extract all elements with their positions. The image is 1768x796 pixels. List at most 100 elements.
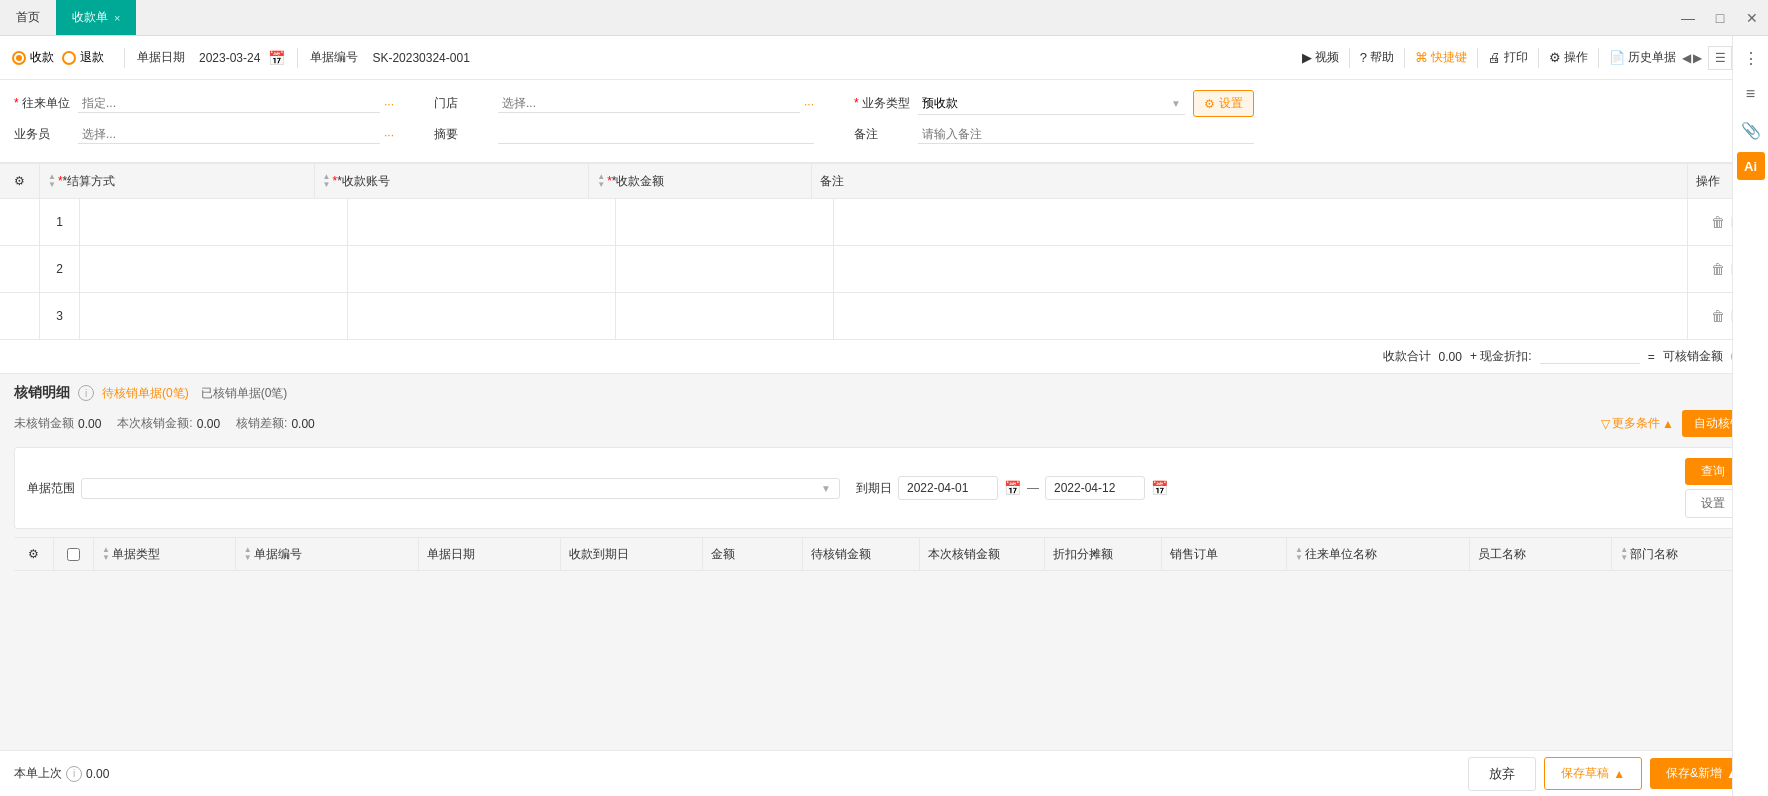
delete-icon-1[interactable]: 🗑	[1711, 214, 1725, 230]
summary-input[interactable]	[498, 125, 814, 144]
shop-dots[interactable]: ···	[804, 97, 814, 111]
footer-actions: 放弃 保存草稿 ▲ 保存&新增 ▲	[1468, 757, 1754, 791]
print-icon: 🖨	[1488, 50, 1501, 65]
ops-action[interactable]: ⚙ 操作	[1549, 49, 1588, 66]
delete-icon-3[interactable]: 🗑	[1711, 308, 1725, 324]
note-input[interactable]	[918, 125, 1254, 144]
radio-receipt-dot	[12, 51, 26, 65]
bottom-table-header: ⚙ ▲▼ 单据类型 ▲▼ 单据编号 单据日期 收款到期日 金额 待核销金额 本次…	[14, 537, 1754, 571]
nav-arrows: ◀ ▶	[1682, 51, 1702, 65]
td-settlement-1[interactable]	[80, 199, 348, 245]
th-settlement: ▲▼ **结算方式	[40, 164, 315, 198]
save-draft-button[interactable]: 保存草稿 ▲	[1544, 757, 1642, 790]
bth-pending: 待核销金额	[803, 538, 920, 570]
td-amount-1[interactable]	[616, 199, 834, 245]
video-action[interactable]: ▶ 视频	[1302, 49, 1339, 66]
discount-input[interactable]	[1540, 349, 1640, 364]
history-action[interactable]: 📄 历史单据	[1609, 49, 1676, 66]
close-button[interactable]: ✕	[1736, 0, 1768, 36]
th-account: ▲▼ **收款账号	[315, 164, 590, 198]
footer-info-icon[interactable]: i	[66, 766, 82, 782]
range-field: 单据范围 ▼	[27, 478, 840, 499]
td-amount-2[interactable]	[616, 246, 834, 292]
staff-dots[interactable]: ···	[384, 128, 394, 142]
prev-arrow[interactable]: ◀	[1682, 51, 1691, 65]
cal-to-icon[interactable]: 📅	[1151, 480, 1168, 496]
next-arrow[interactable]: ▶	[1693, 51, 1702, 65]
sidebar-table-icon[interactable]: ⋮	[1737, 44, 1765, 72]
bth-staff: 员工名称	[1470, 538, 1612, 570]
tab-close-icon[interactable]: ×	[114, 12, 120, 24]
maximize-button[interactable]: □	[1704, 0, 1736, 36]
th-remark: 备注	[812, 164, 1688, 198]
partner-input[interactable]	[78, 94, 380, 113]
discount-label: + 现金折扣:	[1470, 348, 1532, 365]
select-all-checkbox[interactable]	[67, 548, 80, 561]
shortcut-action[interactable]: ⌘ 快捷键	[1415, 49, 1467, 66]
date-from-input[interactable]	[898, 476, 998, 500]
unchecked-value: 0.00	[78, 417, 101, 431]
partner-dots[interactable]: ···	[384, 97, 394, 111]
bth-settings[interactable]: ⚙	[14, 538, 54, 570]
td-account-1[interactable]	[348, 199, 616, 245]
td-settlement-2[interactable]	[80, 246, 348, 292]
doc-value: SK-20230324-001	[372, 51, 469, 65]
sidebar-attachment-icon[interactable]: 📎	[1737, 116, 1765, 144]
recon-info-icon[interactable]: i	[78, 385, 94, 401]
pending-tab[interactable]: 待核销单据(0笔)	[102, 385, 189, 402]
range-chevron-icon: ▼	[821, 483, 831, 494]
td-amount-3[interactable]	[616, 293, 834, 339]
minimize-button[interactable]: ―	[1672, 0, 1704, 36]
sidebar-ai-icon[interactable]: Ai	[1737, 152, 1765, 180]
tab-home[interactable]: 首页	[0, 0, 56, 35]
radio-receipt[interactable]: 收款	[12, 49, 54, 66]
staff-field: 业务员 ···	[14, 125, 394, 144]
help-action[interactable]: ? 帮助	[1360, 49, 1394, 66]
biz-type-select[interactable]: 预收款 ▼	[918, 93, 1185, 115]
shop-input[interactable]	[498, 94, 800, 113]
cal-from-icon[interactable]: 📅	[1004, 480, 1021, 496]
sidebar-list-icon[interactable]: ≡	[1737, 80, 1765, 108]
tab-receipt[interactable]: 收款单 ×	[56, 0, 136, 35]
shortcut-icon: ⌘	[1415, 50, 1428, 65]
settings-button[interactable]: ⚙ 设置	[1193, 90, 1254, 117]
range-select[interactable]: ▼	[81, 478, 840, 499]
more-filter-link[interactable]: ▽ 更多条件 ▲	[1601, 415, 1674, 432]
td-remark-2[interactable]	[834, 246, 1688, 292]
save-draft-chevron: ▲	[1613, 767, 1625, 781]
th-settings[interactable]: ⚙	[0, 164, 40, 198]
print-action[interactable]: 🖨 打印	[1488, 49, 1528, 66]
divider-2	[297, 48, 298, 68]
radio-receipt-label: 收款	[30, 49, 54, 66]
radio-refund[interactable]: 退款	[62, 49, 104, 66]
divider-5	[1477, 48, 1478, 68]
divider-4	[1404, 48, 1405, 68]
date-value: 2023-03-24	[199, 51, 260, 65]
calendar-icon[interactable]: 📅	[268, 50, 285, 66]
save-draft-label: 保存草稿	[1561, 765, 1609, 782]
abandon-button[interactable]: 放弃	[1468, 757, 1536, 791]
table-settings-icon: ⚙	[14, 174, 25, 188]
done-tab[interactable]: 已核销单据(0笔)	[201, 385, 288, 402]
date-to-input[interactable]	[1045, 476, 1145, 500]
summary-label: 摘要	[434, 126, 494, 143]
divider-3	[1349, 48, 1350, 68]
td-settings-2	[0, 246, 40, 292]
filter-icon: ▽	[1601, 417, 1610, 431]
td-account-3[interactable]	[348, 293, 616, 339]
bth-checkbox[interactable]	[54, 538, 94, 570]
summary-field: 摘要	[434, 125, 814, 144]
this-amount-value: 0.00	[197, 417, 220, 431]
td-remark-1[interactable]	[834, 199, 1688, 245]
ops-label: 操作	[1564, 49, 1588, 66]
form-row-2: 业务员 ··· 摘要 备注	[14, 125, 1754, 144]
td-remark-3[interactable]	[834, 293, 1688, 339]
biz-type-chevron: ▼	[1171, 98, 1181, 109]
shop-label: 门店	[434, 95, 494, 112]
delete-icon-2[interactable]: 🗑	[1711, 261, 1725, 277]
td-account-2[interactable]	[348, 246, 616, 292]
staff-input[interactable]	[78, 125, 380, 144]
td-index-1: 1	[40, 199, 80, 245]
list-view-btn[interactable]: ☰	[1708, 46, 1732, 70]
td-settlement-3[interactable]	[80, 293, 348, 339]
